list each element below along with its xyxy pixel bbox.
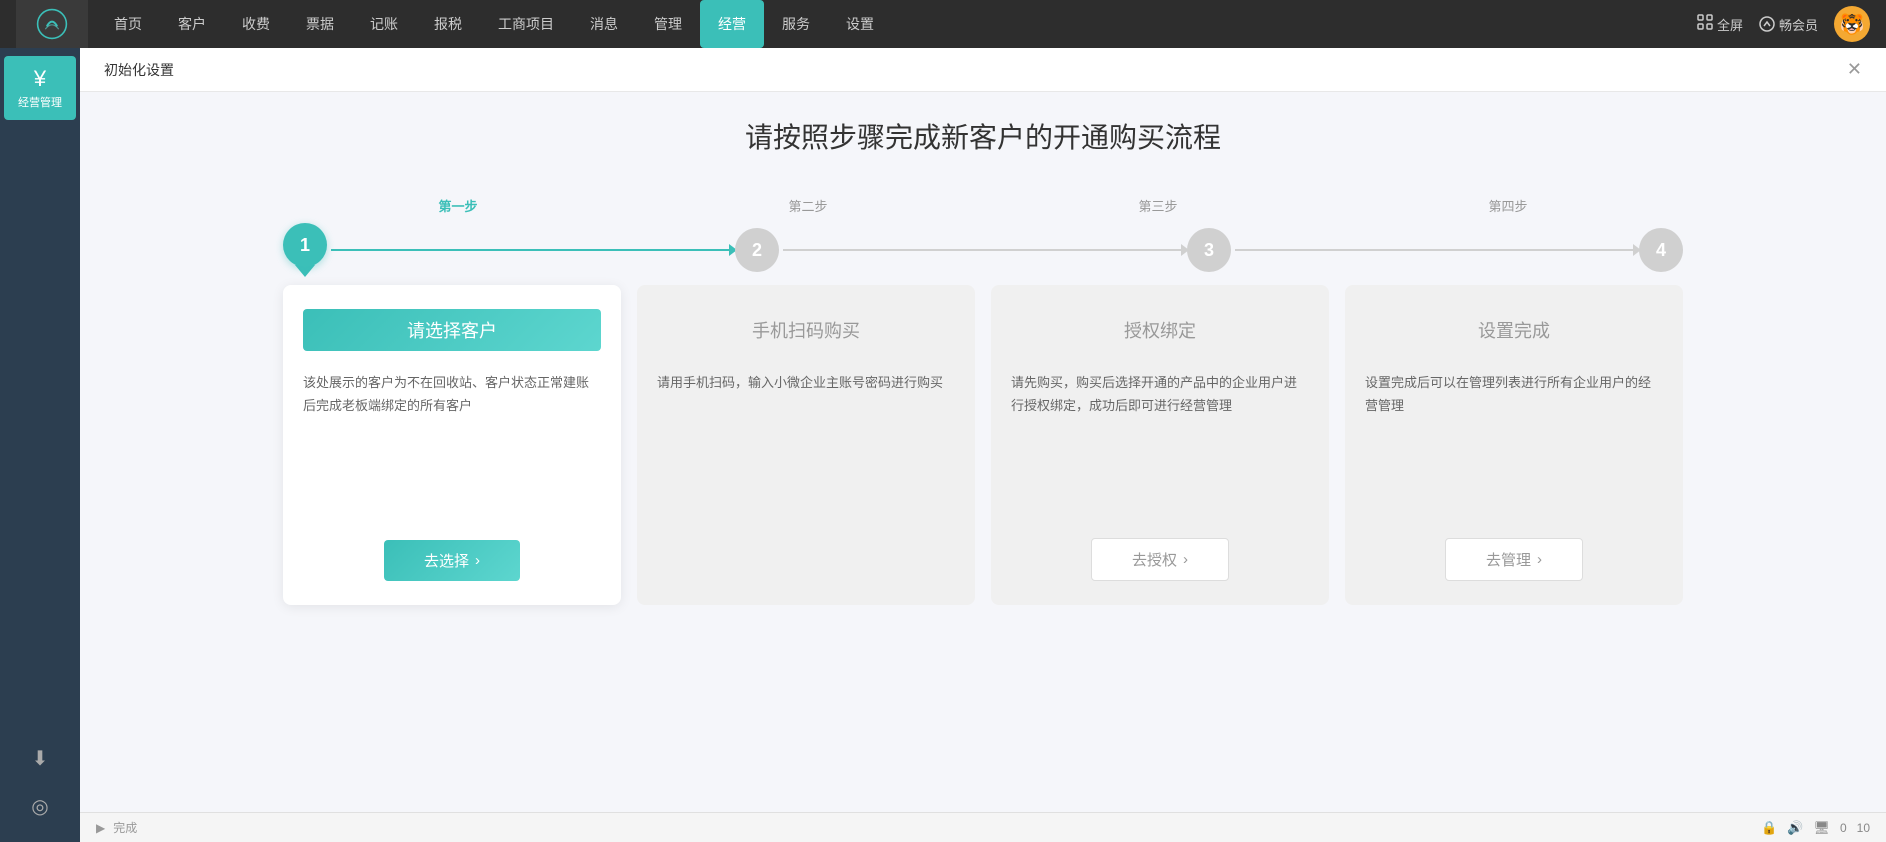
- status-bar: ▶ 完成 🔒 🔊 🖥 0 10: [80, 812, 1886, 842]
- connector-3: [1235, 249, 1635, 251]
- status-icons: 🔒 🔊 🖥 0 10: [1761, 820, 1870, 836]
- download-icon[interactable]: ⬇: [20, 738, 60, 778]
- nav-item-bill[interactable]: 票据: [288, 0, 352, 48]
- step-card-btn-3: 去授权 ›: [1011, 538, 1309, 581]
- step-card-title-1: 请选择客户: [303, 309, 601, 351]
- step-card-desc-4: 设置完成后可以在管理列表进行所有企业用户的经营管理: [1365, 371, 1663, 514]
- step-label-3: 第三步: [983, 196, 1333, 215]
- close-button[interactable]: ✕: [1847, 59, 1862, 80]
- step-card-desc-2: 请用手机扫码，输入小微企业主账号密码进行购买: [657, 371, 955, 581]
- status-right: 🔒 🔊 🖥 0 10: [1761, 820, 1870, 836]
- step-labels-row: 第一步 第二步 第三步 第四步: [283, 196, 1683, 215]
- yen-icon: ¥: [34, 66, 46, 92]
- go-manage-button[interactable]: 去管理 ›: [1445, 538, 1583, 581]
- fullscreen-btn[interactable]: 全屏: [1697, 14, 1743, 34]
- step-cards: 请选择客户 该处展示的客户为不在回收站、客户状态正常建账后完成老板端绑定的所有客…: [283, 285, 1683, 605]
- step-card-desc-1: 该处展示的客户为不在回收站、客户状态正常建账后完成老板端绑定的所有客户: [303, 371, 601, 516]
- play-icon: ▶: [96, 821, 105, 835]
- nav-logo: [16, 0, 88, 48]
- step-circle-4: 4: [1639, 228, 1683, 272]
- nav-items: 首页 客户 收费 票据 记账 报税 工商项目 消息 管理 经营 服务 设置: [96, 0, 1697, 48]
- screen-icon: 🖥: [1813, 820, 1830, 836]
- nav-item-tax[interactable]: 报税: [416, 0, 480, 48]
- fullscreen-label: 全屏: [1717, 18, 1743, 33]
- nav-right: 全屏 畅会员 🐯: [1697, 6, 1870, 42]
- nav-item-home[interactable]: 首页: [96, 0, 160, 48]
- step-card-4: 设置完成 设置完成后可以在管理列表进行所有企业用户的经营管理 去管理 ›: [1345, 285, 1683, 605]
- page-main-title: 请按照步骤完成新客户的开通购买流程: [745, 116, 1221, 156]
- nav-item-fee[interactable]: 收费: [224, 0, 288, 48]
- step-card-title-2: 手机扫码购买: [657, 309, 955, 351]
- connector-1: [331, 249, 731, 251]
- steps-container: 第一步 第二步 第三步 第四步 1: [283, 196, 1683, 605]
- step-card-title-3: 授权绑定: [1011, 309, 1309, 351]
- step-card-desc-3: 请先购买，购买后选择开通的产品中的企业用户进行授权绑定，成功后即可进行经营管理: [1011, 371, 1309, 514]
- network-icon: 0: [1840, 821, 1847, 835]
- sidebar-item-operation[interactable]: ¥ 经营管理: [4, 56, 76, 120]
- step-circle-2: 2: [735, 228, 779, 272]
- nav-item-operation[interactable]: 经营: [700, 0, 764, 48]
- nav-item-customer[interactable]: 客户: [160, 0, 224, 48]
- breadcrumb-title: 初始化设置: [104, 60, 174, 80]
- nav-item-settings[interactable]: 设置: [828, 0, 892, 48]
- step-card-3: 授权绑定 请先购买，购买后选择开通的产品中的企业用户进行授权绑定，成功后即可进行…: [991, 285, 1329, 605]
- member-btn[interactable]: 畅会员: [1759, 15, 1818, 34]
- nav-item-service[interactable]: 服务: [764, 0, 828, 48]
- step-label-1: 第一步: [283, 196, 633, 215]
- sidebar: ¥ 经营管理 ⬇ ◎: [0, 48, 80, 842]
- step-card-btn-4: 去管理 ›: [1365, 538, 1663, 581]
- steps-line-row: 1 2: [283, 223, 1683, 277]
- clock-icon: 10: [1857, 821, 1870, 835]
- sidebar-bottom: ⬇ ◎: [0, 738, 80, 842]
- step-circle-1: 1: [283, 223, 327, 267]
- connector-2: [783, 249, 1183, 251]
- step-circle-3: 3: [1187, 228, 1231, 272]
- step-card-btn-1: 去选择 ›: [303, 540, 601, 581]
- breadcrumb-bar: 初始化设置 ✕: [80, 48, 1886, 92]
- shield-icon: 🔒: [1761, 820, 1777, 836]
- step-card-title-4: 设置完成: [1365, 309, 1663, 351]
- sidebar-item-label: 经营管理: [18, 96, 62, 110]
- page-body: 请按照步骤完成新客户的开通购买流程 第一步 第二步 第三步 第四步 1: [80, 92, 1886, 812]
- member-label: 畅会员: [1779, 15, 1818, 34]
- nav-item-message[interactable]: 消息: [572, 0, 636, 48]
- nav-item-account[interactable]: 记账: [352, 0, 416, 48]
- support-icon[interactable]: ◎: [20, 786, 60, 826]
- layout: ¥ 经营管理 ⬇ ◎ 初始化设置 ✕ 请按照步骤完成新客户的开通购买流程 第一步…: [0, 48, 1886, 842]
- avatar[interactable]: 🐯: [1834, 6, 1870, 42]
- go-authorize-button[interactable]: 去授权 ›: [1091, 538, 1229, 581]
- go-select-button[interactable]: 去选择 ›: [384, 540, 520, 581]
- volume-icon: 🔊: [1787, 820, 1803, 836]
- step-label-4: 第四步: [1333, 196, 1683, 215]
- nav-item-business[interactable]: 工商项目: [480, 0, 572, 48]
- main-content: 初始化设置 ✕ 请按照步骤完成新客户的开通购买流程 第一步 第二步 第三步 第四…: [80, 48, 1886, 842]
- step-label-2: 第二步: [633, 196, 983, 215]
- top-nav: 首页 客户 收费 票据 记账 报税 工商项目 消息 管理 经营 服务 设置 全屏…: [0, 0, 1886, 48]
- status-label: 完成: [113, 819, 137, 836]
- step-card-2: 手机扫码购买 请用手机扫码，输入小微企业主账号密码进行购买: [637, 285, 975, 605]
- nav-item-manage[interactable]: 管理: [636, 0, 700, 48]
- step-card-1: 请选择客户 该处展示的客户为不在回收站、客户状态正常建账后完成老板端绑定的所有客…: [283, 285, 621, 605]
- status-left: ▶ 完成: [96, 819, 137, 836]
